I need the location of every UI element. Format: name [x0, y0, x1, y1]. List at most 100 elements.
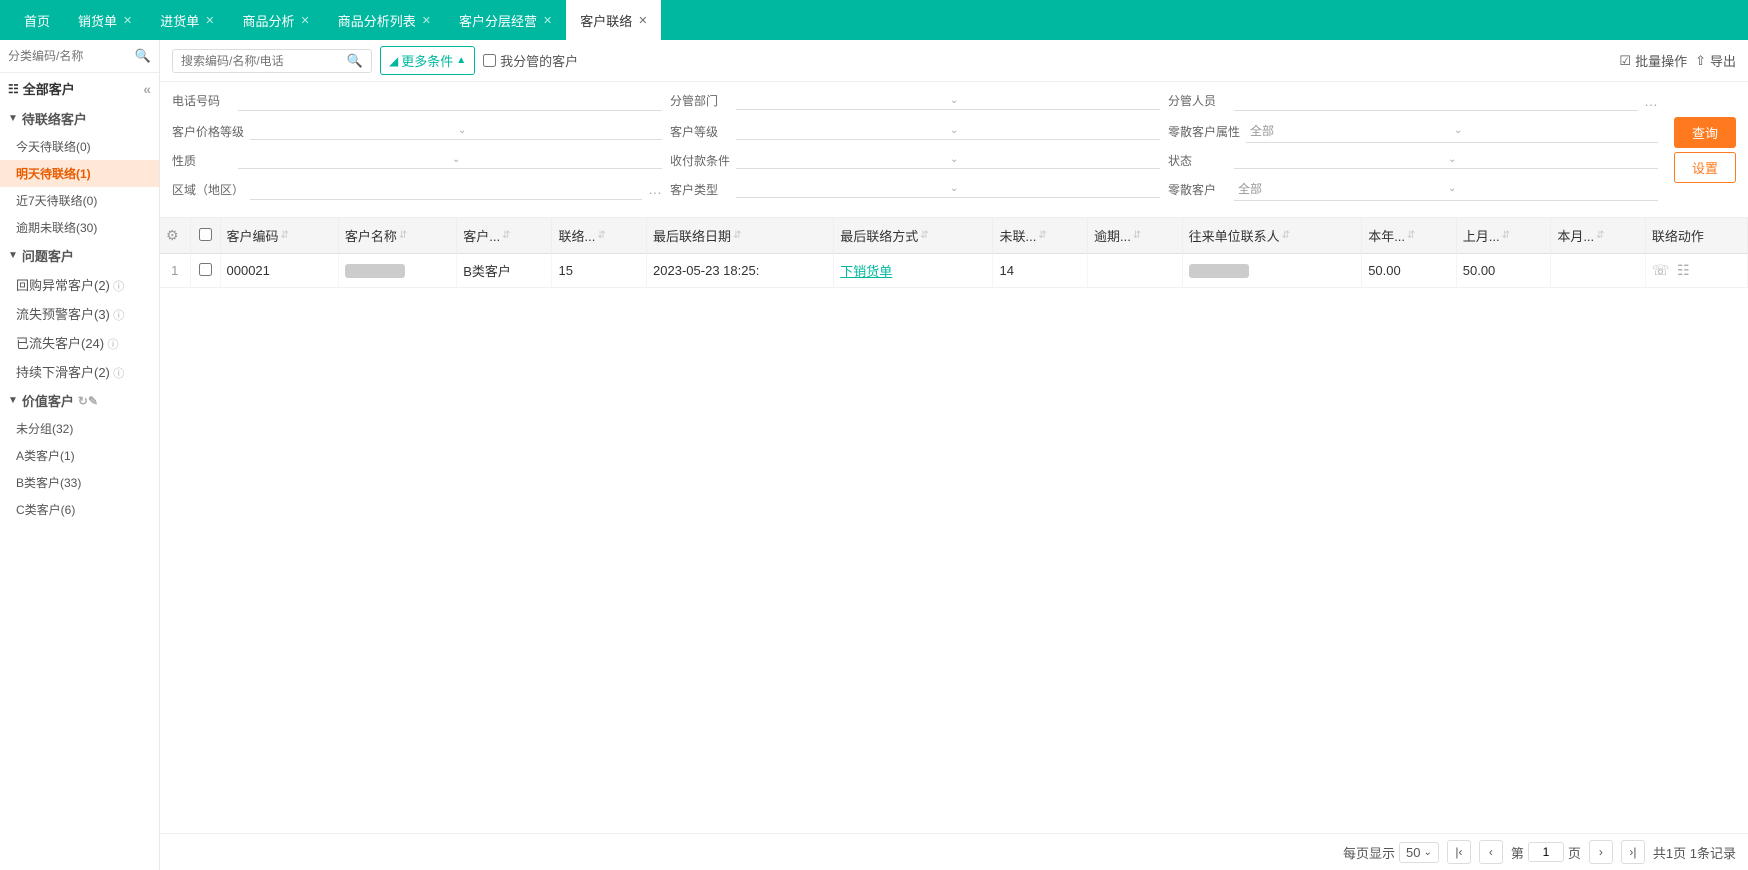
th-last-method: 最后联络方式⇵: [834, 218, 993, 254]
gear-icon[interactable]: ⚙: [166, 227, 179, 243]
last-page-btn[interactable]: ›|: [1621, 840, 1645, 864]
sidebar-item-overdue[interactable]: 逾期未联络(30): [0, 214, 159, 241]
next-page-btn[interactable]: ›: [1589, 840, 1613, 864]
dept-select[interactable]: ⌄: [736, 92, 1160, 110]
sidebar-item-7days[interactable]: 近7天待联络(0): [0, 187, 159, 214]
row-name: [338, 254, 456, 288]
th-unit-contact: 往来单位联系人⇵: [1182, 218, 1362, 254]
collapse-icon[interactable]: «: [143, 81, 151, 97]
setting-button[interactable]: 设置: [1674, 152, 1736, 183]
close-icon[interactable]: ✕: [301, 14, 310, 27]
th-year-amount: 本年...⇵: [1362, 218, 1457, 254]
arrow-icon: ▼: [8, 250, 18, 261]
export-icon: ⇧: [1695, 53, 1706, 69]
main-layout: 🔍 ☷ 全部客户 « ▼ 待联络客户 今天待联络(0) 明天待联络(1) 近7天…: [0, 40, 1748, 870]
customer-type-select[interactable]: ⌄: [736, 180, 1160, 198]
sidebar-search-input[interactable]: [8, 49, 131, 63]
more-icon[interactable]: …: [1644, 93, 1658, 109]
customer-name-blurred: [345, 264, 405, 278]
sidebar-item-declining[interactable]: 持续下滑客户(2) ⓘ: [0, 357, 159, 386]
search-icon[interactable]: 🔍: [347, 53, 363, 69]
retail-attr-select[interactable]: 全部 ⌄: [1246, 119, 1658, 143]
sidebar-item-ungrouped[interactable]: 未分组(32): [0, 415, 159, 442]
page-number-input[interactable]: 1: [1528, 842, 1564, 862]
chevron-down-icon: ⌄: [950, 154, 1156, 165]
chevron-down-icon: ⌄: [458, 125, 658, 136]
nature-select[interactable]: ⌄: [238, 151, 662, 169]
filter-payment: 收付款条件 ⌄: [670, 151, 1160, 169]
row-num: 1: [160, 254, 190, 288]
row-overdue: [1088, 254, 1183, 288]
chevron-down-icon: ⌄: [1454, 125, 1654, 136]
sidebar-item-today[interactable]: 今天待联络(0): [0, 133, 159, 160]
sidebar-item-c-class[interactable]: C类客户(6): [0, 496, 159, 523]
export-btn[interactable]: ⇧ 导出: [1695, 51, 1736, 70]
sidebar-item-churned[interactable]: 已流失客户(24) ⓘ: [0, 328, 159, 357]
more-conditions-btn[interactable]: ◢ 更多条件 ▲: [380, 46, 475, 75]
sidebar-item-at-risk[interactable]: 流失预警客户(3) ⓘ: [0, 299, 159, 328]
chevron-down-icon: ⌄: [950, 125, 1156, 136]
status-select[interactable]: ⌄: [1234, 151, 1658, 169]
data-table-wrap: ⚙ 客户编码⇵ 客户名称⇵ 客户...⇵: [160, 218, 1748, 833]
group-pending-contact[interactable]: ▼ 待联络客户: [0, 104, 159, 133]
person-input[interactable]: [1234, 90, 1638, 111]
price-level-select[interactable]: ⌄: [250, 122, 662, 140]
sidebar-item-abnormal[interactable]: 回购异常客户(2) ⓘ: [0, 270, 159, 299]
region-input[interactable]: [250, 179, 642, 200]
nav-product-analysis[interactable]: 商品分析 ✕: [228, 0, 323, 40]
nav-home[interactable]: 首页: [10, 0, 64, 40]
main-search-input[interactable]: [181, 54, 347, 68]
row-checkbox: [190, 254, 220, 288]
action-btns-right: 查询 设置: [1674, 90, 1736, 209]
th-checkbox: [190, 218, 220, 254]
row-select-checkbox[interactable]: [199, 263, 212, 276]
search-wrap: 🔍: [172, 49, 372, 73]
close-icon[interactable]: ✕: [205, 14, 214, 27]
filter-retail-customer: 零散客户 全部 ⌄: [1168, 177, 1658, 201]
query-button[interactable]: 查询: [1674, 117, 1736, 148]
th-overdue: 逾期...⇵: [1088, 218, 1183, 254]
payment-select[interactable]: ⌄: [736, 151, 1160, 169]
th-customer-type: 客户...⇵: [457, 218, 552, 254]
last-method-link[interactable]: 下销货单: [840, 264, 892, 279]
close-icon[interactable]: ✕: [543, 14, 552, 27]
content-area: 🔍 ◢ 更多条件 ▲ 我分管的客户 ☑ 批量操作 ⇧ 导出: [160, 40, 1748, 870]
row-unlisted: 14: [993, 254, 1088, 288]
phone-input[interactable]: [238, 90, 662, 111]
sidebar-item-b-class[interactable]: B类客户(33): [0, 469, 159, 496]
nav-purchase[interactable]: 进货单 ✕: [146, 0, 228, 40]
select-all-checkbox[interactable]: [199, 228, 212, 241]
customer-level-select[interactable]: ⌄: [736, 122, 1160, 140]
sidebar-item-tomorrow[interactable]: 明天待联络(1): [0, 160, 159, 187]
retail-customer-select[interactable]: 全部 ⌄: [1234, 177, 1658, 201]
prev-page-btn[interactable]: ‹: [1479, 840, 1503, 864]
more-icon[interactable]: …: [648, 181, 662, 197]
call-icon[interactable]: ☏: [1652, 262, 1670, 278]
close-icon[interactable]: ✕: [123, 14, 132, 27]
nav-product-analysis-list[interactable]: 商品分析列表 ✕: [324, 0, 445, 40]
nav-customer-tier[interactable]: 客户分层经营 ✕: [445, 0, 566, 40]
filter-customer-level: 客户等级 ⌄: [670, 122, 1160, 140]
filter-customer-type: 客户类型 ⌄: [670, 180, 1160, 198]
my-customers-checkbox[interactable]: [483, 54, 496, 67]
sidebar-all-customers[interactable]: ☷ 全部客户 «: [0, 73, 159, 104]
row-last-date: 2023-05-23 18:25:: [647, 254, 834, 288]
grid-icon[interactable]: ☷: [1677, 262, 1690, 278]
search-icon[interactable]: 🔍: [135, 48, 151, 64]
close-icon[interactable]: ✕: [638, 14, 647, 27]
nav-customer-contact[interactable]: 客户联络 ✕: [566, 0, 661, 40]
group-problem-customers[interactable]: ▼ 问题客户: [0, 241, 159, 270]
group-value-customers[interactable]: ▼ 价值客户 ↻ ✎: [0, 386, 159, 415]
filter-retail-attr: 零散客户属性 全部 ⌄: [1168, 119, 1658, 143]
row-last-month: 50.00: [1456, 254, 1551, 288]
check-icon: ☑: [1619, 53, 1631, 69]
first-page-btn[interactable]: |‹: [1447, 840, 1471, 864]
chevron-down-icon: ⌄: [1448, 154, 1654, 165]
sidebar-item-a-class[interactable]: A类客户(1): [0, 442, 159, 469]
close-icon[interactable]: ✕: [422, 14, 431, 27]
adv-filter: 电话号码 分管部门 ⌄ 分管人员: [160, 82, 1748, 218]
page-size-select[interactable]: 50 ⌄: [1399, 842, 1439, 863]
nav-sales-order[interactable]: 销货单 ✕: [64, 0, 146, 40]
batch-op-btn[interactable]: ☑ 批量操作: [1619, 51, 1687, 70]
chevron-down-icon: ⌄: [1424, 847, 1432, 858]
